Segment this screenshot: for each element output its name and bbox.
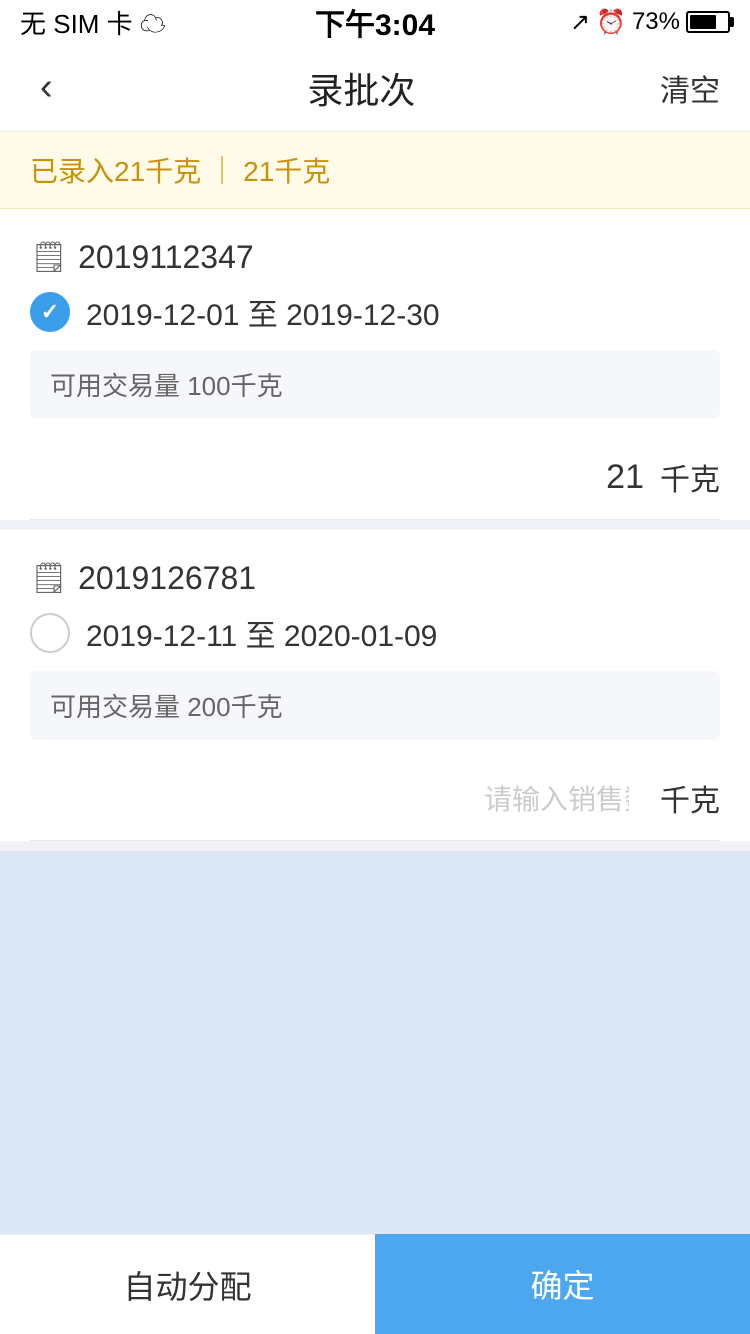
status-right: ↗ ⏰ 73% (570, 8, 730, 37)
nav-bar: ‹ 录批次 清空 (0, 44, 750, 132)
batch-id-icon-1: 🗒 (30, 240, 68, 275)
batch-cards-container: 🗒 2019112347 2019-12-01 至 2019-12-30 可用交… (0, 209, 750, 851)
batch-id-1: 2019112347 (78, 239, 254, 276)
battery-percent: 73% (632, 8, 680, 36)
status-bar: 无 SIM 卡 ☁ 下午3:04 ↗ ⏰ 73% (0, 0, 750, 44)
batch-date-2: 2019-12-11 至 2020-01-09 (86, 611, 437, 655)
blue-filler-area (0, 851, 750, 1271)
summary-prefix: 已录入21千克 (30, 150, 201, 190)
page-title: 录批次 (307, 62, 415, 114)
bottom-bar: 自动分配 确定 (0, 1234, 750, 1334)
qty-input-row-2[interactable]: 千克 (30, 760, 720, 841)
batch-card-2-header: 🗒 2019126781 (30, 560, 720, 597)
summary-divider (221, 156, 223, 184)
qty-value-1: 21 (606, 458, 644, 497)
avail-qty-text-1: 可用交易量 100千克 (50, 371, 283, 401)
location-icon: ↗ (570, 8, 590, 37)
battery-icon (686, 11, 730, 33)
auto-distribute-button[interactable]: 自动分配 (0, 1234, 375, 1334)
avail-qty-text-2: 可用交易量 200千克 (50, 692, 283, 722)
batch-card-1: 🗒 2019112347 2019-12-01 至 2019-12-30 可用交… (0, 209, 750, 530)
qty-unit-2: 千克 (660, 776, 720, 820)
status-time: 下午3:04 (315, 0, 435, 44)
alarm-icon: ⏰ (596, 8, 626, 37)
batch-date-1: 2019-12-01 至 2019-12-30 (86, 290, 440, 334)
clear-button[interactable]: 清空 (660, 66, 720, 110)
summary-banner: 已录入21千克 21千克 (0, 132, 750, 209)
back-button[interactable]: ‹ (30, 56, 63, 119)
radio-btn-1[interactable] (30, 292, 70, 332)
batch-card-1-header: 🗒 2019112347 (30, 239, 720, 276)
batch-date-row-1: 2019-12-01 至 2019-12-30 (30, 290, 720, 334)
batch-card-2: 🗒 2019126781 2019-12-11 至 2020-01-09 可用交… (0, 530, 750, 851)
batch-id-icon-2: 🗒 (30, 561, 68, 596)
avail-qty-box-2: 可用交易量 200千克 (30, 671, 720, 740)
sim-status: 无 SIM 卡 ☁ (20, 4, 166, 41)
status-left: 无 SIM 卡 ☁ (20, 4, 166, 41)
confirm-button[interactable]: 确定 (375, 1234, 750, 1334)
radio-btn-2[interactable] (30, 613, 70, 653)
qty-unit-1: 千克 (660, 455, 720, 499)
batch-id-2: 2019126781 (78, 560, 256, 597)
qty-input-row-1: 21 千克 (30, 439, 720, 520)
avail-qty-box-1: 可用交易量 100千克 (30, 350, 720, 419)
summary-amount: 21千克 (243, 150, 330, 190)
batch-date-row-2: 2019-12-11 至 2020-01-09 (30, 611, 720, 655)
qty-input-2[interactable] (484, 779, 644, 818)
